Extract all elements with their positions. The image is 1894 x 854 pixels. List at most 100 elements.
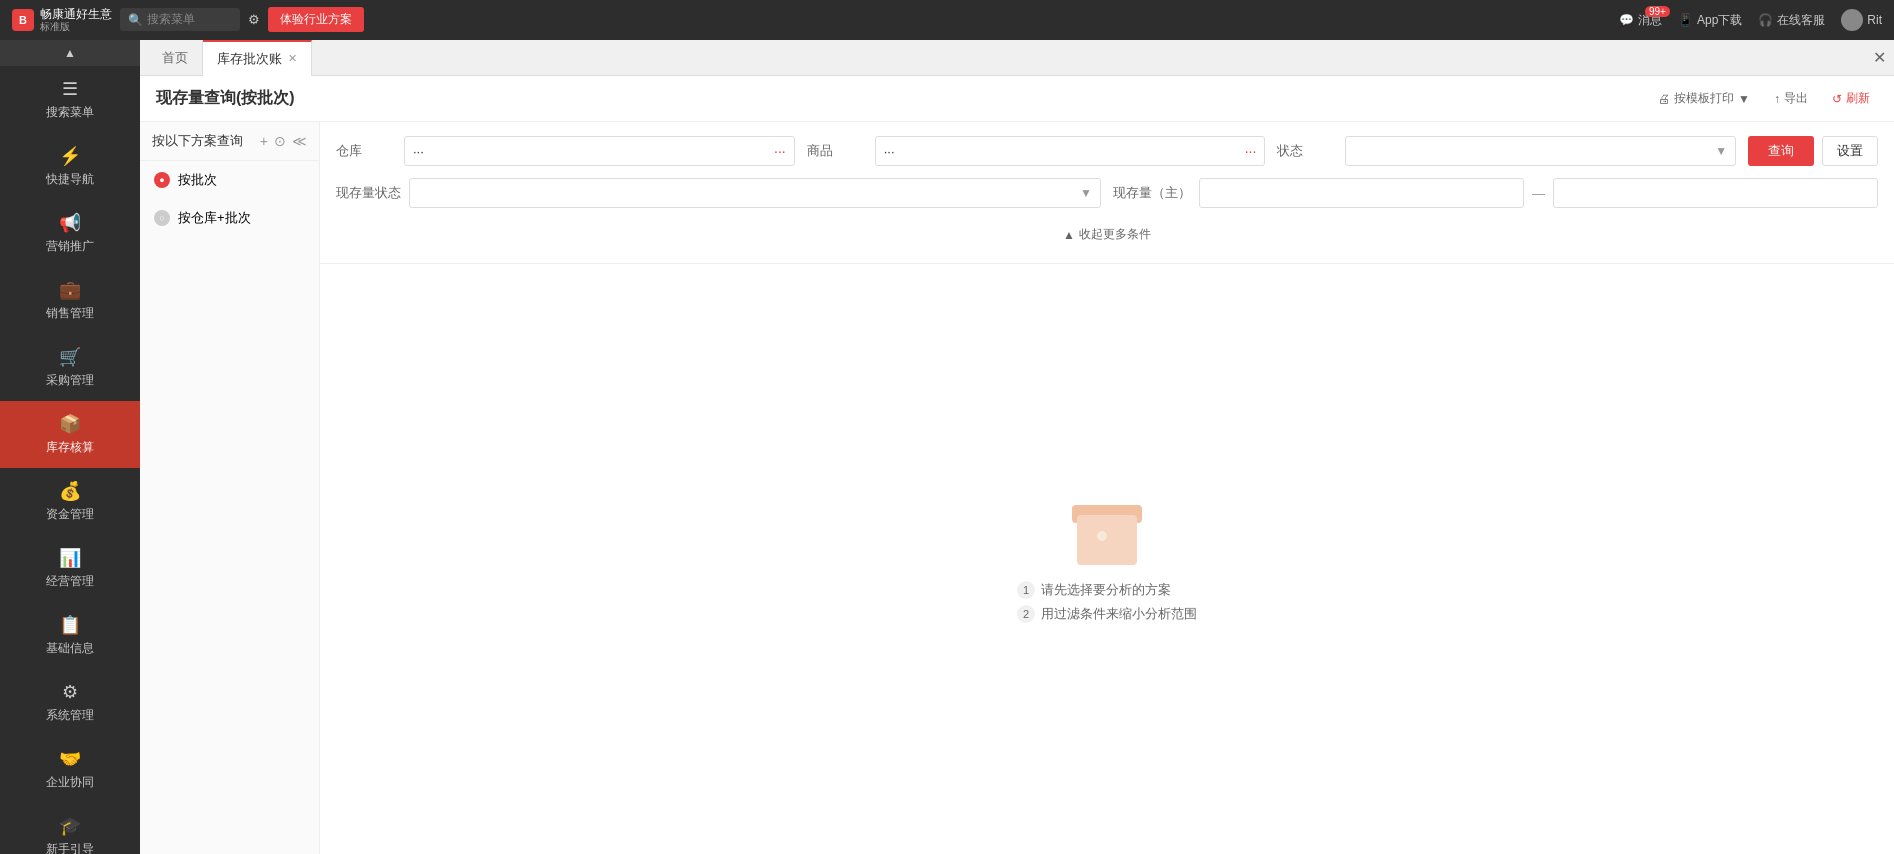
filter-inventory-qty: 现存量（主） — [1113, 178, 1878, 208]
sidebar-item-system[interactable]: ⚙ 系统管理 [0, 669, 140, 736]
status-label: 状态 [1277, 142, 1337, 160]
messages-button[interactable]: 💬 消息 99+ [1619, 12, 1662, 29]
inventory-qty-dash: — [1532, 186, 1545, 201]
scheme-label-by-warehouse-batch: 按仓库+批次 [178, 209, 251, 227]
app-download-button[interactable]: 📱 App下载 [1678, 12, 1742, 29]
filter-actions: 查询 设置 [1748, 136, 1878, 166]
sidebar-item-enterprise[interactable]: 🤝 企业协同 [0, 736, 140, 803]
trial-button[interactable]: 体验行业方案 [268, 7, 364, 32]
add-scheme-button[interactable]: + [260, 133, 268, 149]
sidebar-item-basics[interactable]: 📋 基础信息 [0, 602, 140, 669]
main-layout: ▲ ☰ 搜索菜单 ⚡ 快捷导航 📢 营销推广 💼 销售管理 🛒 采购管理 [0, 40, 1894, 854]
query-button[interactable]: 查询 [1748, 136, 1814, 166]
tab-bar-right: ✕ [1873, 48, 1886, 67]
left-panel-header: 按以下方案查询 + ⊙ ≪ [140, 122, 319, 161]
goods-label: 商品 [807, 142, 867, 160]
top-bar-left: B 畅康通好生意 标准版 🔍 搜索菜单 ⚙ 体验行业方案 [12, 7, 364, 33]
close-panel-button[interactable]: ✕ [1873, 48, 1886, 67]
sidebar-item-sales[interactable]: 💼 销售管理 [0, 267, 140, 334]
filter-row-2: 现存量状态 ▼ 现存量（主） — [336, 178, 1878, 208]
scheme-dot-active: ● [154, 172, 170, 188]
sidebar: ▲ ☰ 搜索菜单 ⚡ 快捷导航 📢 营销推广 💼 销售管理 🛒 采购管理 [0, 40, 140, 854]
inventory-status-select[interactable]: ▼ [409, 178, 1101, 208]
app-logo: B 畅康通好生意 标准版 [12, 7, 112, 33]
sidebar-item-label: 销售管理 [46, 305, 94, 322]
tab-home[interactable]: 首页 [148, 40, 203, 76]
app-download-icon: 📱 [1678, 13, 1693, 27]
warehouse-input[interactable]: ··· ··· [404, 136, 795, 166]
sidebar-item-newbie[interactable]: 🎓 新手引导 [0, 803, 140, 854]
sidebar-scroll-up[interactable]: ▲ [0, 40, 140, 66]
top-bar-right: 💬 消息 99+ 📱 App下载 🎧 在线客服 Rit [1619, 9, 1882, 31]
sidebar-item-search-menu[interactable]: ☰ 搜索菜单 [0, 66, 140, 133]
inventory-qty-to[interactable] [1553, 178, 1878, 208]
collapse-panel-icon[interactable]: ≪ [292, 133, 307, 149]
sidebar-item-finance[interactable]: 💰 资金管理 [0, 468, 140, 535]
inventory-qty-from[interactable] [1199, 178, 1524, 208]
sidebar-scroll: ☰ 搜索菜单 ⚡ 快捷导航 📢 营销推广 💼 销售管理 🛒 采购管理 📦 库 [0, 66, 140, 854]
sidebar-item-label: 经营管理 [46, 573, 94, 590]
page-header: 现存量查询(按批次) 🖨 按模板打印 ▼ ↑ 导出 ↺ 刷新 [140, 76, 1894, 122]
scheme-item-by-warehouse-batch[interactable]: ○ 按仓库+批次 [140, 199, 319, 237]
tip-1-text: 请先选择要分析的方案 [1041, 581, 1171, 599]
sidebar-item-label: 系统管理 [46, 707, 94, 724]
left-panel-title: 按以下方案查询 [152, 132, 243, 150]
logo-icon: B [12, 9, 34, 31]
tab-batch-account[interactable]: 库存批次账 ✕ [203, 40, 312, 76]
messages-icon: 💬 [1619, 13, 1634, 27]
enterprise-icon: 🤝 [59, 748, 81, 770]
refresh-button[interactable]: ↺ 刷新 [1824, 86, 1878, 111]
sidebar-item-purchase[interactable]: 🛒 采购管理 [0, 334, 140, 401]
online-service-button[interactable]: 🎧 在线客服 [1758, 12, 1825, 29]
tip-item-1: 1 请先选择要分析的方案 [1017, 581, 1197, 599]
inventory-status-chevron-icon: ▼ [1080, 186, 1092, 200]
user-menu-button[interactable]: Rit [1841, 9, 1882, 31]
box-shine [1097, 531, 1107, 541]
filter-goods: 商品 ··· ··· [807, 136, 1266, 166]
version-badge: 标准版 [40, 21, 112, 33]
search-box[interactable]: 🔍 搜索菜单 [120, 8, 240, 31]
export-button[interactable]: ↑ 导出 [1766, 86, 1816, 111]
quick-nav-icon: ⚡ [59, 145, 81, 167]
tip-1-number: 1 [1017, 581, 1035, 599]
left-panel-actions: + ⊙ ≪ [260, 133, 307, 149]
tab-close-icon[interactable]: ✕ [288, 52, 297, 65]
purchase-icon: 🛒 [59, 346, 81, 368]
search-placeholder: 搜索菜单 [147, 11, 195, 28]
goods-dots-icon: ··· [1245, 143, 1257, 159]
filter-warehouse: 仓库 ··· ··· [336, 136, 795, 166]
sidebar-item-operation[interactable]: 📊 经营管理 [0, 535, 140, 602]
scheme-label-by-batch: 按批次 [178, 171, 217, 189]
tip-2-number: 2 [1017, 605, 1035, 623]
sidebar-item-inventory[interactable]: 📦 库存核算 [0, 401, 140, 468]
filter-area: 仓库 ··· ··· 商品 ··· ··· [320, 122, 1894, 264]
status-select[interactable]: ▼ [1345, 136, 1736, 166]
collapse-filters-button[interactable]: ▲ 收起更多条件 [336, 220, 1878, 249]
settings-icon[interactable]: ⚙ [248, 12, 260, 27]
goods-placeholder: ··· [884, 144, 895, 159]
online-service-icon: 🎧 [1758, 13, 1773, 27]
empty-box-icon [1067, 495, 1147, 565]
online-service-label: 在线客服 [1777, 12, 1825, 29]
sidebar-item-quick-nav[interactable]: ⚡ 快捷导航 [0, 133, 140, 200]
scheme-settings-icon[interactable]: ⊙ [274, 133, 286, 149]
filter-inventory-status: 现存量状态 ▼ [336, 178, 1101, 208]
tab-batch-account-label: 库存批次账 [217, 50, 282, 68]
app-name: 畅康通好生意 [40, 7, 112, 21]
marketing-icon: 📢 [59, 212, 81, 234]
sidebar-item-label: 新手引导 [46, 841, 94, 854]
empty-illustration [1067, 495, 1147, 565]
export-label: 导出 [1784, 90, 1808, 107]
status-chevron-icon: ▼ [1715, 144, 1727, 158]
finance-icon: 💰 [59, 480, 81, 502]
top-bar: B 畅康通好生意 标准版 🔍 搜索菜单 ⚙ 体验行业方案 💬 消息 99+ 📱 … [0, 0, 1894, 40]
scheme-item-by-batch[interactable]: ● 按批次 [140, 161, 319, 199]
settings-button[interactable]: 设置 [1822, 136, 1878, 166]
goods-input[interactable]: ··· ··· [875, 136, 1266, 166]
inventory-qty-label: 现存量（主） [1113, 184, 1191, 202]
sidebar-item-label: 营销推广 [46, 238, 94, 255]
page-title: 现存量查询(按批次) [156, 88, 295, 109]
sidebar-item-marketing[interactable]: 📢 营销推广 [0, 200, 140, 267]
print-template-button[interactable]: 🖨 按模板打印 ▼ [1650, 86, 1758, 111]
print-chevron-icon: ▼ [1738, 92, 1750, 106]
